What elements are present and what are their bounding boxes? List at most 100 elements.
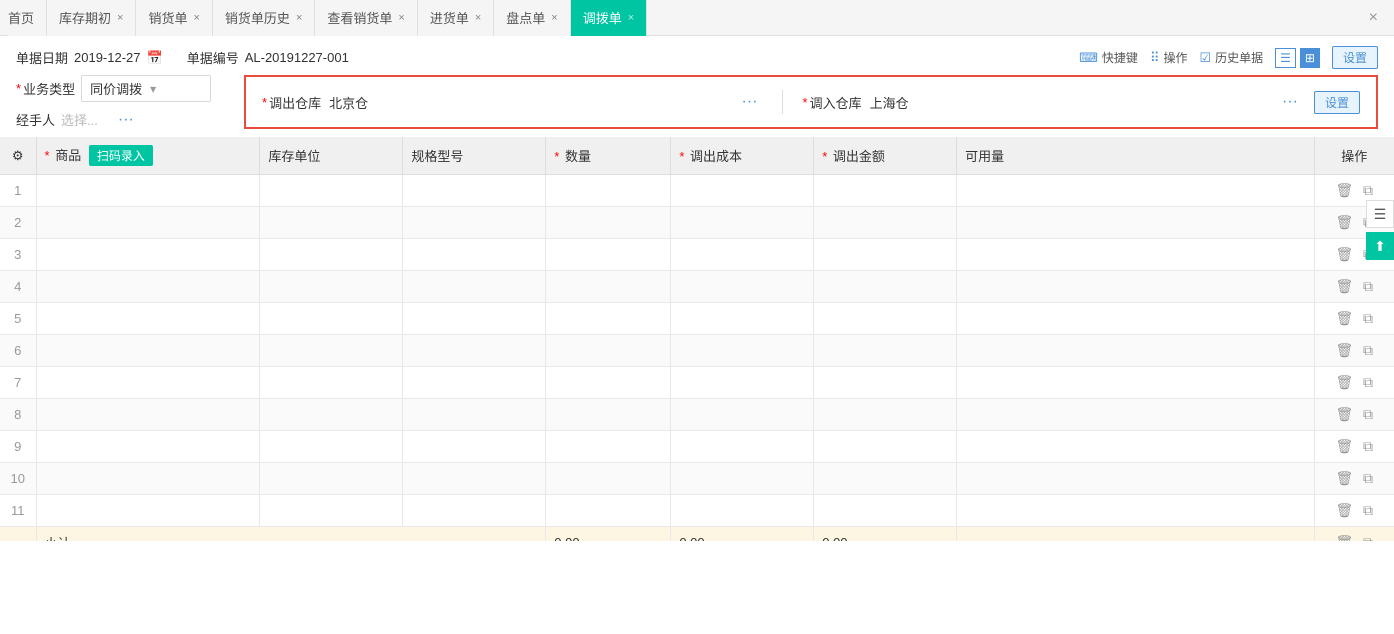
row-spec-1[interactable] xyxy=(403,175,546,207)
row-avail-10[interactable] xyxy=(957,463,1314,495)
delete-icon-5[interactable]: 🗑 xyxy=(1333,310,1357,326)
row-cost-6[interactable] xyxy=(671,335,814,367)
row-spec-7[interactable] xyxy=(403,367,546,399)
row-avail-5[interactable] xyxy=(957,303,1314,335)
row-spec-3[interactable] xyxy=(403,239,546,271)
row-avail-8[interactable] xyxy=(957,399,1314,431)
operate-button[interactable]: ⠿ 操作 xyxy=(1150,49,1188,66)
row-product-7[interactable] xyxy=(36,367,260,399)
row-qty-2[interactable] xyxy=(546,207,671,239)
row-qty-4[interactable] xyxy=(546,271,671,303)
row-qty-3[interactable] xyxy=(546,239,671,271)
row-spec-9[interactable] xyxy=(403,431,546,463)
business-type-select[interactable]: 同价调拨 ▾ xyxy=(81,75,211,102)
row-spec-6[interactable] xyxy=(403,335,546,367)
scan-btn[interactable]: 扫码录入 xyxy=(89,145,153,166)
row-unit-7[interactable] xyxy=(260,367,403,399)
row-product-11[interactable] xyxy=(36,495,260,527)
tab-home[interactable]: 首页 xyxy=(8,0,47,36)
row-amount-10[interactable] xyxy=(814,463,957,495)
layout-btn-1[interactable]: ☰ xyxy=(1275,48,1296,68)
tab-view-sales-close[interactable]: × xyxy=(398,12,404,24)
history-button[interactable]: ☑ 历史单据 xyxy=(1199,49,1263,66)
row-cost-1[interactable] xyxy=(671,175,814,207)
global-close-button[interactable]: × xyxy=(1361,9,1386,27)
row-unit-3[interactable] xyxy=(260,239,403,271)
row-qty-10[interactable] xyxy=(546,463,671,495)
copy-icon-4[interactable]: ⧉ xyxy=(1360,278,1376,294)
row-unit-1[interactable] xyxy=(260,175,403,207)
row-amount-1[interactable] xyxy=(814,175,957,207)
copy-icon-5[interactable]: ⧉ xyxy=(1360,310,1376,326)
row-amount-3[interactable] xyxy=(814,239,957,271)
handler-dots-button[interactable]: ··· xyxy=(114,111,138,129)
row-unit-4[interactable] xyxy=(260,271,403,303)
row-cost-4[interactable] xyxy=(671,271,814,303)
tab-transfer-close[interactable]: × xyxy=(628,12,634,24)
subtotal-copy-icon[interactable]: ⧉ xyxy=(1360,534,1376,541)
row-avail-2[interactable] xyxy=(957,207,1314,239)
tab-purchase[interactable]: 进货单 × xyxy=(418,0,494,36)
copy-icon-6[interactable]: ⧉ xyxy=(1360,342,1376,358)
row-avail-3[interactable] xyxy=(957,239,1314,271)
delete-icon-4[interactable]: 🗑 xyxy=(1333,278,1357,294)
layout-btn-2[interactable]: ⊞ xyxy=(1300,48,1320,68)
row-unit-11[interactable] xyxy=(260,495,403,527)
calendar-icon[interactable]: 📅 xyxy=(147,50,163,66)
tab-view-sales[interactable]: 查看销货单 × xyxy=(315,0,417,36)
tab-transfer[interactable]: 调拨单 × xyxy=(571,0,647,36)
tab-inventory-init-close[interactable]: × xyxy=(117,12,123,24)
row-product-9[interactable] xyxy=(36,431,260,463)
warehouse-settings-button[interactable]: 设置 xyxy=(1314,91,1360,114)
row-qty-5[interactable] xyxy=(546,303,671,335)
out-warehouse-dots-button[interactable]: ··· xyxy=(738,93,762,111)
row-product-6[interactable] xyxy=(36,335,260,367)
row-product-8[interactable] xyxy=(36,399,260,431)
row-spec-10[interactable] xyxy=(403,463,546,495)
row-cost-2[interactable] xyxy=(671,207,814,239)
copy-icon-8[interactable]: ⧉ xyxy=(1360,406,1376,422)
row-amount-7[interactable] xyxy=(814,367,957,399)
row-cost-3[interactable] xyxy=(671,239,814,271)
row-avail-1[interactable] xyxy=(957,175,1314,207)
row-amount-2[interactable] xyxy=(814,207,957,239)
tab-purchase-close[interactable]: × xyxy=(475,12,481,24)
row-cost-11[interactable] xyxy=(671,495,814,527)
row-spec-11[interactable] xyxy=(403,495,546,527)
copy-icon-10[interactable]: ⧉ xyxy=(1360,470,1376,486)
row-product-10[interactable] xyxy=(36,463,260,495)
row-amount-4[interactable] xyxy=(814,271,957,303)
tab-stocktake[interactable]: 盘点单 × xyxy=(494,0,570,36)
delete-icon-7[interactable]: 🗑 xyxy=(1333,374,1357,390)
row-spec-4[interactable] xyxy=(403,271,546,303)
tab-sales-history[interactable]: 销货单历史 × xyxy=(213,0,315,36)
delete-icon-3[interactable]: 🗑 xyxy=(1333,246,1357,262)
delete-icon-6[interactable]: 🗑 xyxy=(1333,342,1357,358)
row-qty-7[interactable] xyxy=(546,367,671,399)
tab-sales[interactable]: 销货单 × xyxy=(136,0,212,36)
row-cost-9[interactable] xyxy=(671,431,814,463)
copy-icon-11[interactable]: ⧉ xyxy=(1360,502,1376,518)
delete-icon-10[interactable]: 🗑 xyxy=(1333,470,1357,486)
row-unit-5[interactable] xyxy=(260,303,403,335)
row-cost-7[interactable] xyxy=(671,367,814,399)
tab-sales-history-close[interactable]: × xyxy=(296,12,302,24)
delete-icon-8[interactable]: 🗑 xyxy=(1333,406,1357,422)
tab-inventory-init[interactable]: 库存期初 × xyxy=(47,0,136,36)
handler-placeholder[interactable]: 选择... xyxy=(61,110,98,129)
row-spec-8[interactable] xyxy=(403,399,546,431)
float-list-btn[interactable]: ☰ xyxy=(1366,200,1394,228)
row-unit-9[interactable] xyxy=(260,431,403,463)
row-unit-10[interactable] xyxy=(260,463,403,495)
row-unit-8[interactable] xyxy=(260,399,403,431)
delete-icon-11[interactable]: 🗑 xyxy=(1333,502,1357,518)
row-product-1[interactable] xyxy=(36,175,260,207)
row-avail-4[interactable] xyxy=(957,271,1314,303)
row-spec-2[interactable] xyxy=(403,207,546,239)
row-unit-2[interactable] xyxy=(260,207,403,239)
row-amount-8[interactable] xyxy=(814,399,957,431)
row-product-3[interactable] xyxy=(36,239,260,271)
row-avail-7[interactable] xyxy=(957,367,1314,399)
row-qty-6[interactable] xyxy=(546,335,671,367)
row-qty-8[interactable] xyxy=(546,399,671,431)
